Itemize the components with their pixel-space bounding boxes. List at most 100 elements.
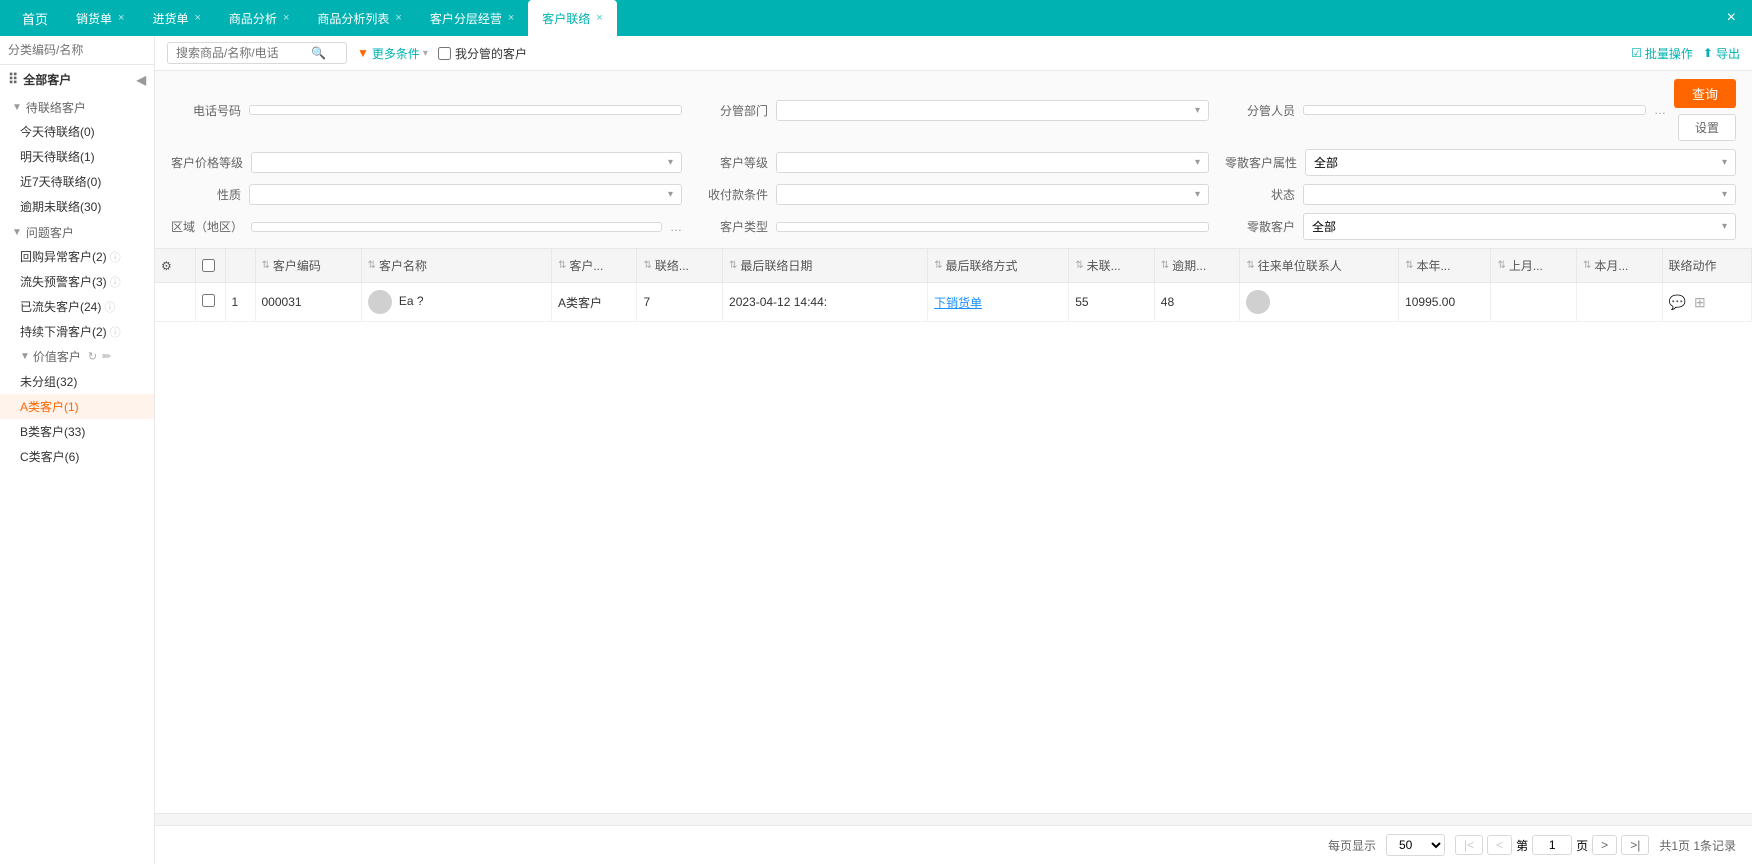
sidebar-item-unclassified[interactable]: 未分组(32) [0, 369, 154, 394]
td-last-contact-way[interactable]: 下销货单 [928, 283, 1069, 322]
more-conditions-button[interactable]: ▼ 更多条件 ▾ [357, 45, 428, 62]
export-button[interactable]: ⬆ 导出 [1703, 45, 1740, 62]
nav-customer-contact[interactable]: 客户联络 × [528, 0, 616, 36]
sidebar-item-tomorrow-contact[interactable]: 明天待联络(1) [0, 144, 154, 169]
batch-operation-button[interactable]: ☑ 批量操作 [1631, 45, 1693, 62]
collapse-sidebar-icon[interactable]: ◀ [137, 73, 146, 87]
sidebar-item-c-class[interactable]: C类客户(6) [0, 444, 154, 469]
th-contact[interactable]: ⇅ 联络... [637, 249, 723, 283]
my-customers-checkbox[interactable] [438, 47, 451, 60]
chevron-down-icon-price: ▾ [668, 157, 673, 168]
filter-input-dept[interactable]: ▾ [776, 100, 1209, 121]
th-checkbox[interactable] [195, 249, 225, 283]
sidebar-item-overdue-contact[interactable]: 逾期未联络(30) [0, 194, 154, 219]
sidebar-item-today-contact[interactable]: 今天待联络(0) [0, 119, 154, 144]
filter-label-retail-customer: 零散客户 [1225, 218, 1295, 235]
filter-input-customer-level[interactable]: ▾ [776, 152, 1209, 173]
th-category[interactable]: ⇅ 客户... [551, 249, 637, 283]
refresh-icon[interactable]: ↻ [88, 350, 97, 363]
th-name[interactable]: ⇅ 客户名称 [361, 249, 551, 283]
sidebar-item-churned[interactable]: 已流失客户(24) ⓘ [0, 294, 154, 319]
th-overdue[interactable]: ⇅ 逾期... [1154, 249, 1240, 283]
filter-input-retail-customer[interactable]: 全部 ▾ [1303, 213, 1736, 240]
filter-input-phone[interactable] [249, 105, 682, 115]
nav-purchase-order[interactable]: 进货单 × [138, 0, 214, 36]
page-number-input[interactable] [1532, 835, 1572, 855]
sort-icon-unit: ⇅ [1246, 260, 1254, 271]
nav-sales-order[interactable]: 销货单 × [62, 0, 138, 36]
page-label: 第 [1516, 837, 1528, 854]
last-page-button[interactable]: >| [1621, 835, 1649, 855]
filter-bar: 🔍 ▼ 更多条件 ▾ 我分管的客户 ☑ 批量操作 ⬆ 导出 [155, 36, 1752, 71]
th-last-contact-date[interactable]: ⇅ 最后联络日期 [723, 249, 928, 283]
select-all-checkbox[interactable] [202, 259, 215, 272]
all-customers-header[interactable]: ⠿ 全部客户 ◀ [0, 65, 154, 94]
filter-search-input[interactable] [176, 46, 306, 60]
query-button[interactable]: 查询 [1674, 79, 1736, 108]
last-contact-way-link[interactable]: 下销货单 [934, 296, 982, 310]
th-unit-contact[interactable]: ⇅ 往来单位联系人 [1240, 249, 1399, 283]
nav-product-analysis-list[interactable]: 商品分析列表 × [303, 0, 415, 36]
td-checkbox-row[interactable] [195, 283, 225, 322]
filter-row-price-level: 客户价格等级 ▾ [171, 149, 682, 176]
filter-input-payment[interactable]: ▾ [776, 184, 1209, 205]
nav-home[interactable]: 首页 [8, 0, 62, 36]
per-page-select[interactable]: 50 100 200 [1386, 834, 1445, 856]
sidebar-item-churn-warning[interactable]: 流失预警客户(3) ⓘ [0, 269, 154, 294]
filter-input-nature[interactable]: ▾ [249, 184, 682, 205]
chevron-down-icon-payment: ▾ [1195, 189, 1200, 200]
filter-input-customer-type[interactable] [776, 222, 1209, 232]
sidebar-item-7days-contact[interactable]: 近7天待联络(0) [0, 169, 154, 194]
nav-customer-tier[interactable]: 客户分层经营 × [416, 0, 528, 36]
filter-input-region[interactable] [251, 222, 662, 232]
sidebar-item-b-class[interactable]: B类客户(33) [0, 419, 154, 444]
sidebar-search-input[interactable] [8, 43, 155, 57]
sidebar-item-repurchase-abnormal[interactable]: 回购异常客户(2) ⓘ [0, 244, 154, 269]
triangle-down-icon3: ▼ [20, 351, 30, 362]
filter-search-icon[interactable]: 🔍 [311, 46, 326, 60]
th-last-contact-way[interactable]: ⇅ 最后联络方式 [928, 249, 1069, 283]
filter-input-retail-attr[interactable]: 全部 ▾ [1305, 149, 1736, 176]
table-horizontal-scrollbar[interactable] [155, 813, 1752, 825]
th-code[interactable]: ⇅ 客户编码 [255, 249, 361, 283]
filter-row-retail-attr: 零散客户属性 全部 ▾ [1225, 149, 1736, 176]
sidebar-item-declining[interactable]: 持续下滑客户(2) ⓘ [0, 319, 154, 344]
my-customers-checkbox-label[interactable]: 我分管的客户 [438, 45, 527, 62]
th-last-month[interactable]: ⇅ 上月... [1491, 249, 1577, 283]
sidebar-item-a-class[interactable]: A类客户(1) [0, 394, 154, 419]
settings-button[interactable]: 设置 [1678, 114, 1736, 141]
filter-label-nature: 性质 [171, 186, 241, 203]
filter-input-person[interactable] [1303, 105, 1646, 115]
close-customer-contact-icon[interactable]: × [596, 12, 602, 24]
close-customer-tier-icon[interactable]: × [508, 12, 514, 24]
close-product-analysis-list-icon[interactable]: × [395, 12, 401, 24]
group-problem-customers[interactable]: ▼ 问题客户 [0, 219, 154, 244]
th-settings[interactable]: ⚙ [155, 249, 195, 283]
th-this-year[interactable]: ⇅ 本年... [1399, 249, 1491, 283]
close-product-analysis-icon[interactable]: × [283, 12, 289, 24]
nav-product-analysis[interactable]: 商品分析 × [215, 0, 303, 36]
prev-page-button[interactable]: < [1487, 835, 1512, 855]
row-checkbox[interactable] [202, 294, 215, 307]
filter-input-price-level[interactable]: ▾ [251, 152, 682, 173]
more-options-icon-region[interactable]: … [670, 220, 682, 234]
next-page-button[interactable]: > [1592, 835, 1617, 855]
close-sales-order-icon[interactable]: × [118, 12, 124, 24]
filter-input-status[interactable]: ▾ [1303, 184, 1736, 205]
first-page-button[interactable]: |< [1455, 835, 1483, 855]
td-name: Ea ? [361, 283, 551, 322]
qr-icon[interactable]: ⊞ [1694, 294, 1706, 311]
chat-icon[interactable]: 💬 [1669, 294, 1686, 311]
th-this-month[interactable]: ⇅ 本月... [1576, 249, 1662, 283]
filter-icon: ▼ [357, 46, 369, 60]
edit-icon[interactable]: ✏ [102, 350, 111, 363]
th-no-contact[interactable]: ⇅ 未联... [1069, 249, 1155, 283]
close-purchase-order-icon[interactable]: × [194, 12, 200, 24]
filter-label-payment: 收付款条件 [698, 186, 768, 203]
group-pending-contact[interactable]: ▼ 待联络客户 [0, 94, 154, 119]
info-icon-2: ⓘ [110, 274, 121, 290]
filter-label-customer-level: 客户等级 [698, 154, 768, 171]
close-all-tabs-button[interactable]: × [1719, 9, 1744, 27]
pagination-footer: 每页显示 50 100 200 |< < 第 页 > >| 共1页 1条记录 [155, 825, 1752, 864]
more-options-icon-person[interactable]: … [1654, 103, 1666, 117]
